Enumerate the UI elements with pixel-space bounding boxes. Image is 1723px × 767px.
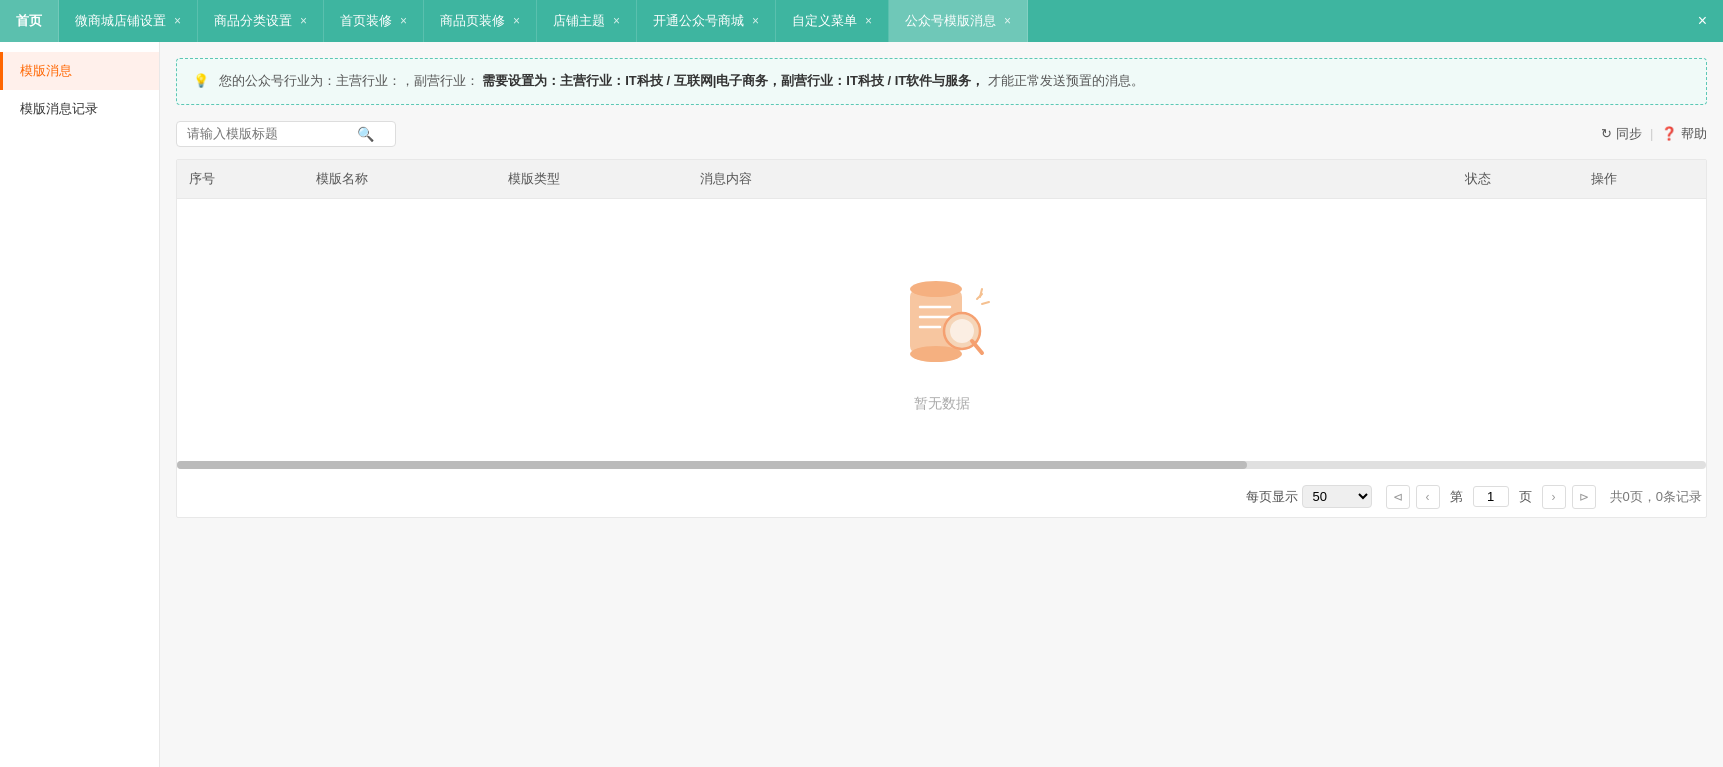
next-page-button[interactable]: ›: [1542, 485, 1566, 509]
toolbar-right: ↻ 同步 | ❓ 帮助: [1601, 125, 1707, 143]
notice-icon: 💡: [193, 73, 209, 88]
first-page-button[interactable]: ⊲: [1386, 485, 1410, 509]
table-header: 序号 模版名称 模版类型 消息内容 状态 操作: [177, 160, 1706, 199]
empty-illustration: [882, 259, 1002, 379]
close-tab-category[interactable]: ×: [300, 14, 307, 28]
sidebar: 模版消息 模版消息记录: [0, 42, 160, 767]
svg-line-11: [982, 302, 989, 304]
close-tab-product-decor[interactable]: ×: [513, 14, 520, 28]
notice-box: 💡 您的公众号行业为：主营行业：，副营行业： 需要设置为：主营行业：IT科技 /…: [176, 58, 1707, 105]
page-number-input[interactable]: [1473, 486, 1509, 507]
tab-home-decor[interactable]: 首页装修 ×: [324, 0, 424, 42]
empty-text: 暂无数据: [914, 395, 970, 413]
tab-mall[interactable]: 开通公众号商城 ×: [637, 0, 776, 42]
tab-theme[interactable]: 店铺主题 ×: [537, 0, 637, 42]
sync-icon: ↻: [1601, 126, 1612, 141]
tab-weidian[interactable]: 微商城店铺设置 ×: [59, 0, 198, 42]
col-status: 状态: [1453, 160, 1580, 199]
tab-bar: 首页 微商城店铺设置 × 商品分类设置 × 首页装修 × 商品页装修 × 店铺主…: [0, 0, 1723, 42]
svg-point-2: [910, 281, 962, 297]
help-icon: ❓: [1661, 126, 1677, 141]
per-page-select[interactable]: 每页显示 50 10 20 100: [1246, 485, 1372, 508]
close-tab-weidian[interactable]: ×: [174, 14, 181, 28]
table-header-row: 序号 模版名称 模版类型 消息内容 状态 操作: [177, 160, 1706, 199]
sidebar-item-template-msg[interactable]: 模版消息: [0, 52, 159, 90]
prev-page-button[interactable]: ‹: [1416, 485, 1440, 509]
col-name: 模版名称: [304, 160, 496, 199]
col-content: 消息内容: [688, 160, 1453, 199]
tab-home[interactable]: 首页: [0, 0, 59, 42]
last-page-button[interactable]: ⊳: [1572, 485, 1596, 509]
close-tab-menu[interactable]: ×: [865, 14, 872, 28]
tab-menu[interactable]: 自定义菜单 ×: [776, 0, 889, 42]
close-tab-home-decor[interactable]: ×: [400, 14, 407, 28]
search-input-wrap[interactable]: 🔍: [176, 121, 396, 147]
col-type: 模版类型: [496, 160, 688, 199]
empty-state: 暂无数据: [177, 199, 1706, 453]
pagination: 每页显示 50 10 20 100 ⊲ ‹ 第 页 › ⊳ 共0页，0条记录: [177, 477, 1706, 517]
scrollbar-thumb[interactable]: [177, 461, 1247, 469]
search-row: 🔍 ↻ 同步 | ❓ 帮助: [176, 121, 1707, 147]
tab-category[interactable]: 商品分类设置 ×: [198, 0, 324, 42]
tab-product-decor[interactable]: 商品页装修 ×: [424, 0, 537, 42]
col-action: 操作: [1579, 160, 1706, 199]
table-body: 暂无数据: [177, 198, 1706, 453]
search-input[interactable]: [187, 126, 357, 141]
toolbar-divider: |: [1650, 126, 1653, 141]
page-total: 共0页，0条记录: [1610, 488, 1702, 506]
close-tab-template-msg[interactable]: ×: [1004, 14, 1011, 28]
tab-template-msg[interactable]: 公众号模版消息 ×: [889, 0, 1028, 42]
table-container: 序号 模版名称 模版类型 消息内容 状态 操作: [176, 159, 1707, 518]
main-layout: 模版消息 模版消息记录 💡 您的公众号行业为：主营行业：，副营行业： 需要设置为…: [0, 42, 1723, 767]
data-table: 序号 模版名称 模版类型 消息内容 状态 操作: [177, 160, 1706, 453]
content-area: 💡 您的公众号行业为：主营行业：，副营行业： 需要设置为：主营行业：IT科技 /…: [160, 42, 1723, 767]
svg-line-12: [980, 289, 982, 297]
col-index: 序号: [177, 160, 304, 199]
sidebar-item-template-record[interactable]: 模版消息记录: [0, 90, 159, 128]
horizontal-scrollbar[interactable]: [177, 461, 1706, 469]
close-tab-mall[interactable]: ×: [752, 14, 759, 28]
svg-point-8: [950, 319, 974, 343]
close-tab-theme[interactable]: ×: [613, 14, 620, 28]
search-icon[interactable]: 🔍: [357, 126, 374, 142]
empty-state-row: 暂无数据: [177, 198, 1706, 453]
per-page-dropdown[interactable]: 50 10 20 100: [1302, 485, 1372, 508]
help-button[interactable]: ❓ 帮助: [1661, 125, 1707, 143]
close-all-tabs[interactable]: ×: [1682, 12, 1723, 30]
sync-button[interactable]: ↻ 同步: [1601, 125, 1642, 143]
